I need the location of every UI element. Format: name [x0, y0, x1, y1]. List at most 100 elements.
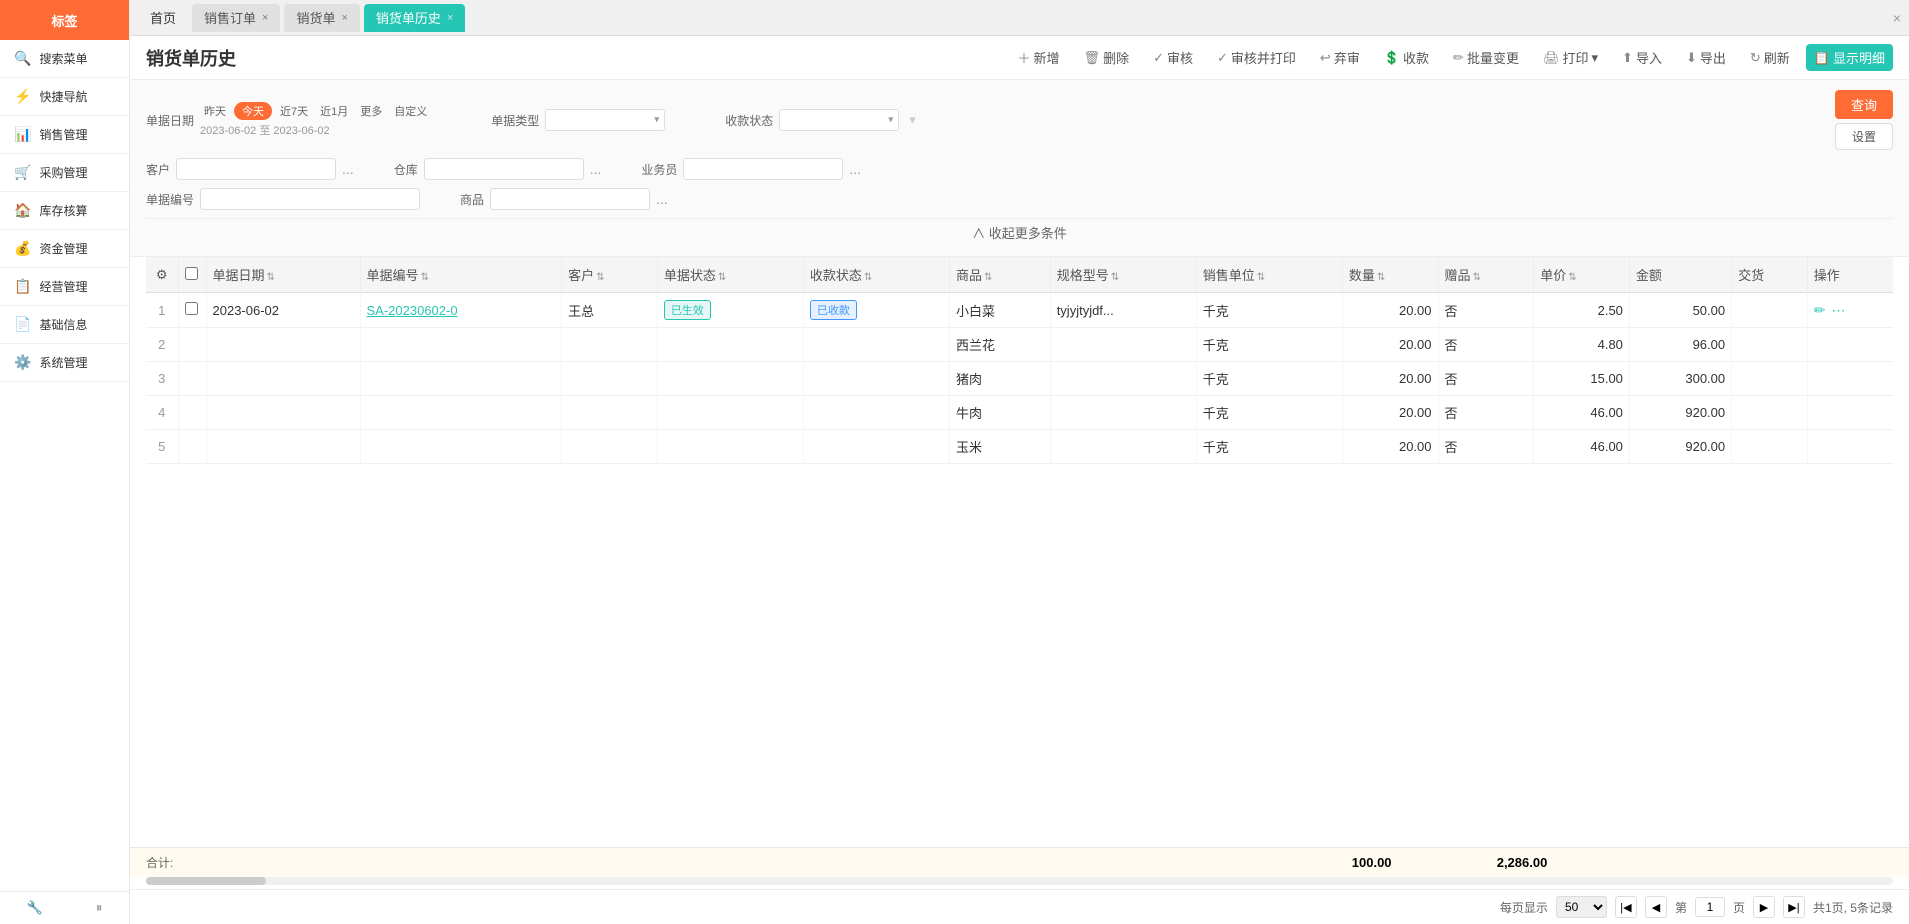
row-checkbox-cell[interactable] — [178, 328, 206, 362]
sales-unit-cell: 千克 — [1196, 328, 1342, 362]
new-button[interactable]: ＋ 新增 — [1010, 44, 1068, 71]
delete-button[interactable]: 🗑 删除 — [1076, 44, 1138, 71]
sidebar-bottom-icon2[interactable]: ⏸ — [96, 900, 103, 916]
tab-home-label: 首页 — [150, 8, 176, 27]
horizontal-scrollbar[interactable] — [146, 877, 1893, 885]
prev-page-btn[interactable]: ◀ — [1645, 896, 1667, 918]
total-qty: 100.00 — [1212, 855, 1412, 870]
sidebar-item-sales-mgmt[interactable]: 📊 销售管理 — [0, 116, 129, 154]
abandon-icon: ↩ — [1320, 50, 1331, 66]
row-checkbox-cell[interactable] — [178, 396, 206, 430]
tab-sales-history-close[interactable]: × — [447, 12, 453, 24]
date-btn-more[interactable]: 更多 — [356, 102, 386, 120]
tab-close-all[interactable]: × — [1893, 10, 1901, 26]
row-checkbox-cell[interactable] — [178, 293, 206, 328]
sidebar-item-sys-mgmt[interactable]: ⚙️ 系统管理 — [0, 344, 129, 382]
col-unit-price[interactable]: 单价⇅ — [1534, 257, 1630, 293]
export-button[interactable]: ⬇ 导出 — [1678, 44, 1734, 71]
ops-icon: 📋 — [14, 278, 31, 295]
doc-no-cell — [360, 362, 562, 396]
salesperson-input[interactable] — [683, 158, 843, 180]
query-button[interactable]: 查询 — [1835, 90, 1893, 119]
scrollbar-thumb[interactable] — [146, 877, 266, 885]
goods-ellipsis[interactable]: ... — [656, 191, 668, 207]
doc-no-link[interactable]: SA-20230602-0 — [367, 303, 458, 318]
tab-sales-order[interactable]: 销售订单 × — [192, 4, 280, 32]
col-payment-status[interactable]: 收款状态⇅ — [803, 257, 949, 293]
sidebar-item-finance[interactable]: 💰 资金管理 — [0, 230, 129, 268]
col-doc-no[interactable]: 单据编号⇅ — [360, 257, 562, 293]
date-btn-today[interactable]: 今天 — [234, 102, 272, 120]
refresh-button[interactable]: ↻ 刷新 — [1742, 44, 1798, 71]
warehouse-input[interactable] — [424, 158, 584, 180]
show-detail-button[interactable]: 📋 显示明细 — [1806, 44, 1893, 71]
filter-settings-button[interactable]: 设置 — [1835, 123, 1893, 150]
edit-icon[interactable]: ✏ — [1814, 302, 1826, 319]
import-button[interactable]: ⬆ 导入 — [1614, 44, 1670, 71]
more-icon[interactable]: ⋯ — [1831, 302, 1845, 319]
first-page-btn[interactable]: |◀ — [1615, 896, 1637, 918]
sidebar-item-search-menu[interactable]: 🔍 搜索菜单 — [0, 40, 129, 78]
col-customer[interactable]: 客户⇅ — [562, 257, 658, 293]
sidebar-item-inventory[interactable]: 🏠 库存核算 — [0, 192, 129, 230]
sidebar-bottom-icon1[interactable]: 🔧 — [27, 900, 43, 916]
sidebar-item-quick-nav[interactable]: ⚡ 快捷导航 — [0, 78, 129, 116]
tab-sales-goods[interactable]: 销货单 × — [284, 4, 359, 32]
finance-icon: 💰 — [14, 240, 31, 257]
row-checkbox[interactable] — [185, 302, 198, 315]
col-checkbox[interactable] — [178, 257, 206, 293]
payment-status-select[interactable] — [779, 109, 899, 131]
abandon-button[interactable]: ↩ 弃审 — [1312, 44, 1368, 71]
col-sales-unit[interactable]: 销售单位⇅ — [1196, 257, 1342, 293]
col-doc-status[interactable]: 单据状态⇅ — [657, 257, 803, 293]
goods-cell: 玉米 — [949, 430, 1050, 464]
date-btn-1month[interactable]: 近1月 — [316, 102, 352, 120]
sidebar-item-purchase-mgmt[interactable]: 🛒 采购管理 — [0, 154, 129, 192]
col-spec[interactable]: 规格型号⇅ — [1050, 257, 1196, 293]
date-btn-yesterday[interactable]: 昨天 — [200, 102, 230, 120]
sidebar-item-basic-info[interactable]: 📄 基础信息 — [0, 306, 129, 344]
row-checkbox-cell[interactable] — [178, 430, 206, 464]
col-gear[interactable]: ⚙ — [146, 257, 178, 293]
warehouse-ellipsis[interactable]: ... — [590, 161, 602, 177]
col-goods[interactable]: 商品⇅ — [949, 257, 1050, 293]
tab-sales-goods-close[interactable]: × — [341, 12, 347, 24]
col-qty[interactable]: 数量⇅ — [1342, 257, 1438, 293]
next-page-btn[interactable]: ▶ — [1753, 896, 1775, 918]
doc-type-select-wrapper — [545, 109, 665, 131]
sidebar-item-label: 快捷导航 — [39, 88, 87, 105]
unit-price-cell: 46.00 — [1534, 430, 1630, 464]
last-page-btn[interactable]: ▶| — [1783, 896, 1805, 918]
table-row: 3猪肉千克20.00否15.00300.00 — [146, 362, 1893, 396]
goods-input[interactable] — [490, 188, 650, 210]
salesperson-ellipsis[interactable]: ... — [849, 161, 861, 177]
customer-input[interactable] — [176, 158, 336, 180]
audit-print-button[interactable]: ✓ 审核并打印 — [1209, 44, 1304, 71]
col-doc-date[interactable]: 单据日期⇅ — [206, 257, 360, 293]
payment-status-clear[interactable]: ▾ — [909, 112, 916, 128]
per-page-select[interactable]: 50 100 200 — [1556, 896, 1607, 918]
collect-button[interactable]: 💲 收款 — [1376, 44, 1437, 71]
customer-ellipsis[interactable]: ... — [342, 161, 354, 177]
current-page-input[interactable] — [1695, 897, 1725, 917]
tab-sales-history[interactable]: 销货单历史 × — [364, 4, 465, 32]
print-button[interactable]: 🖨 打印 ▾ — [1535, 44, 1606, 71]
spec-cell — [1050, 362, 1196, 396]
batch-change-button[interactable]: ✏ 批量变更 — [1445, 44, 1527, 71]
tab-sales-order-close[interactable]: × — [262, 12, 268, 24]
select-all-checkbox[interactable] — [185, 267, 198, 280]
sidebar-item-ops[interactable]: 📋 经营管理 — [0, 268, 129, 306]
date-btn-7days[interactable]: 近7天 — [276, 102, 312, 120]
tab-home[interactable]: 首页 — [138, 4, 188, 32]
row-checkbox-cell[interactable] — [178, 362, 206, 396]
sidebar-bottom: 🔧 ⏸ — [0, 891, 129, 924]
doc-no-input[interactable] — [200, 188, 420, 210]
doc-no-cell[interactable]: SA-20230602-0 — [360, 293, 562, 328]
doc-type-select[interactable] — [545, 109, 665, 131]
col-gift[interactable]: 赠品⇅ — [1438, 257, 1534, 293]
filter-collapse-btn[interactable]: ∧ 收起更多条件 — [146, 218, 1893, 246]
sales-unit-cell: 千克 — [1196, 430, 1342, 464]
row-num-cell: 5 — [146, 430, 178, 464]
audit-button[interactable]: ✓ 审核 — [1145, 44, 1201, 71]
date-btn-custom[interactable]: 自定义 — [390, 102, 431, 120]
